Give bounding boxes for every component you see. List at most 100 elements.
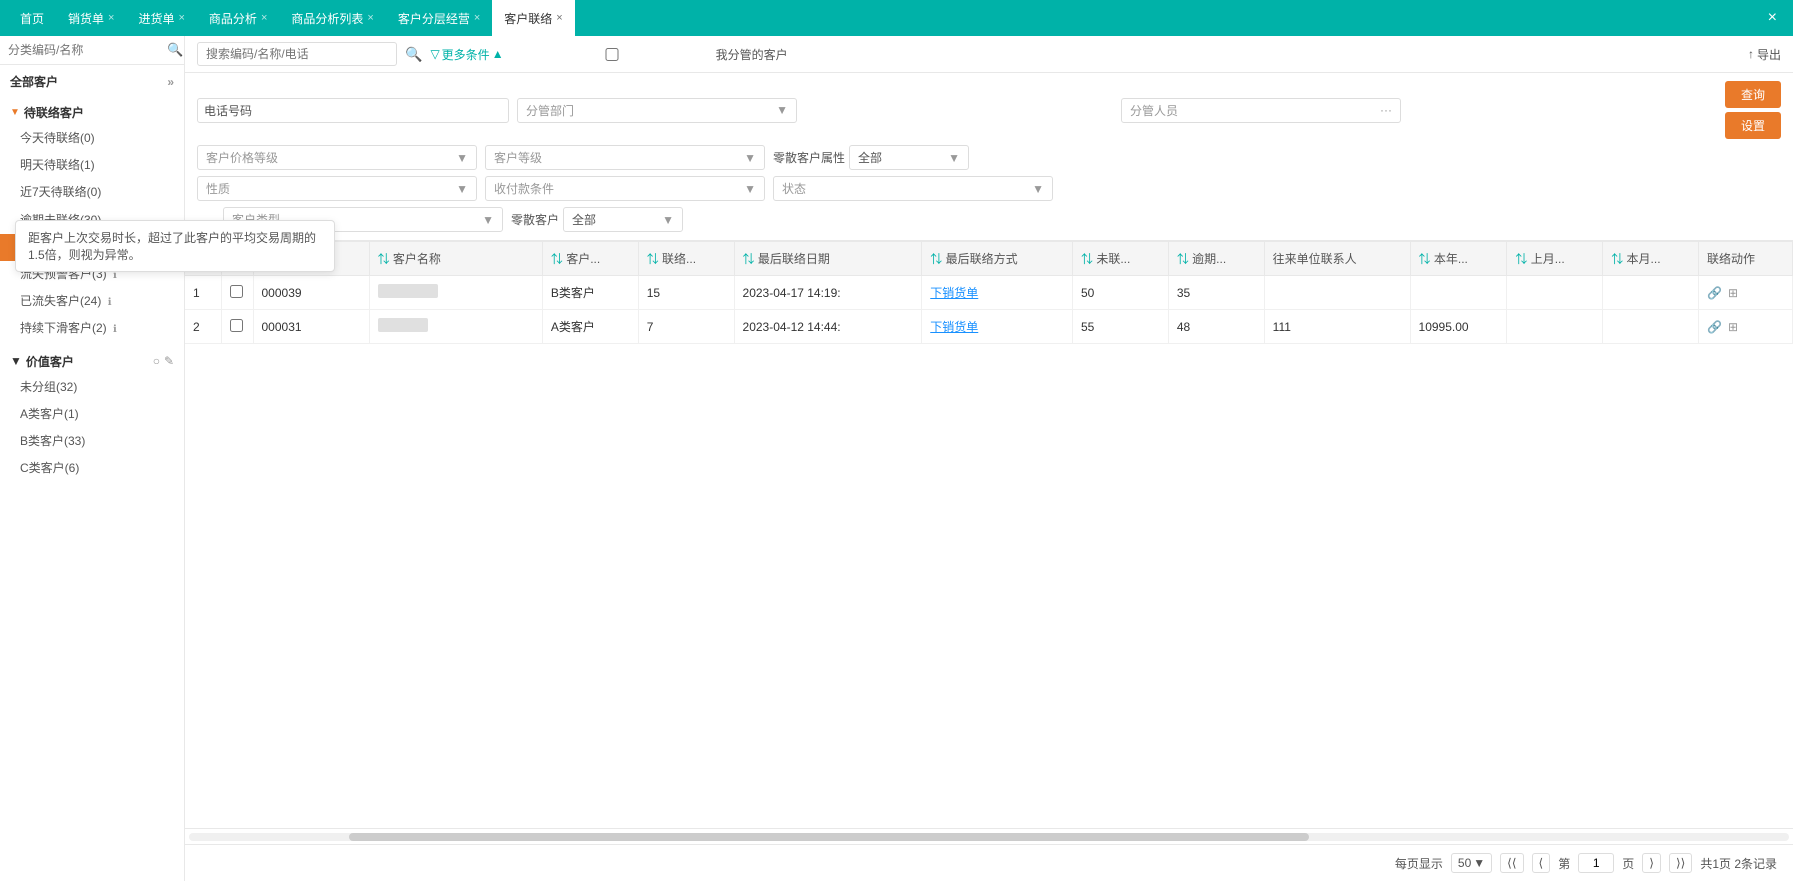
adv-filters-wrap: 电话号码 分管部门 ▼ 分管人员 ···	[185, 73, 1793, 242]
refresh-icon[interactable]: ○	[153, 354, 160, 368]
cell-code-2: 000031	[253, 310, 369, 344]
sidebar-item-declining[interactable]: 持续下滑客户(2) ℹ	[0, 315, 184, 342]
cell-method-2[interactable]: 下销货单	[922, 310, 1073, 344]
nav-customer-contact[interactable]: 客户联络 ×	[492, 0, 574, 36]
sidebar-search-area: 🔍	[0, 36, 184, 65]
cell-method-1[interactable]: 下销货单	[922, 276, 1073, 310]
search-input[interactable]	[197, 42, 397, 66]
horizontal-scrollbar[interactable]	[185, 828, 1793, 844]
nav-close-goods-list[interactable]: ×	[367, 12, 373, 24]
sidebar-item-7days[interactable]: 近7天待联络(0)	[0, 179, 184, 206]
sort-icon-ov: ⇅	[1177, 252, 1189, 266]
query-button[interactable]: 查询	[1725, 81, 1781, 108]
sidebar-collapse-btn[interactable]: »	[167, 75, 174, 89]
cell-code-1: 000039	[253, 276, 369, 310]
status-filter[interactable]: 状态 ▼	[773, 176, 1053, 201]
top-nav: 首页 销货单 × 进货单 × 商品分析 × 商品分析列表 × 客户分层经营 × …	[0, 0, 1793, 36]
search-button[interactable]: 🔍	[405, 46, 422, 63]
grid-icon-2[interactable]: ⊞	[1728, 320, 1738, 334]
page-size-select[interactable]: 50 ▼	[1451, 853, 1492, 873]
info-icon-3: ℹ	[108, 297, 112, 308]
last-page-button[interactable]: ⟩⟩	[1669, 853, 1692, 873]
col-customer-type: ⇅ 客户...	[542, 242, 638, 276]
window-close-button[interactable]: ×	[1760, 9, 1785, 27]
gender-arrow: ▼	[456, 182, 468, 196]
sidebar-search-icon[interactable]: 🔍	[167, 42, 183, 58]
more-conditions-button[interactable]: ▽ 更多条件 ▲	[430, 46, 503, 63]
sort-icon-count: ⇅	[647, 252, 659, 266]
method-link-1[interactable]: 下销货单	[930, 286, 978, 300]
info-icon-4: ℹ	[113, 324, 117, 335]
nav-close-sales[interactable]: ×	[108, 12, 114, 24]
row2-checkbox[interactable]	[230, 319, 243, 332]
cell-date-1: 2023-04-17 14:19:	[734, 276, 922, 310]
table-area: ⚙ ⇅ 客户编码 ⇅ 客户名称	[185, 242, 1793, 828]
nav-close-goods[interactable]: ×	[261, 12, 267, 24]
customer-grade-filter[interactable]: 客户等级 ▼	[485, 145, 765, 170]
person-more[interactable]: ···	[1380, 103, 1392, 117]
cell-ty-2: 10995.00	[1410, 310, 1507, 344]
sidebar-all-customers[interactable]: 全部客户 »	[0, 65, 184, 98]
grid-icon-1[interactable]: ⊞	[1728, 286, 1738, 300]
nav-close-purchase[interactable]: ×	[178, 12, 184, 24]
my-customers-checkbox[interactable]	[512, 48, 712, 61]
person-filter[interactable]: 分管人员 ···	[1121, 98, 1401, 123]
scroll-thumb[interactable]	[349, 833, 1309, 841]
export-button[interactable]: ↑ 导出	[1748, 46, 1781, 63]
retail-attr-filter: 零散客户属性 全部 ▼	[773, 145, 1781, 170]
row1-checkbox[interactable]	[230, 285, 243, 298]
price-grade-filter[interactable]: 客户价格等级 ▼	[197, 145, 477, 170]
status-arrow: ▼	[1032, 182, 1044, 196]
settings-button[interactable]: 设置	[1725, 112, 1781, 139]
scroll-track[interactable]	[189, 833, 1789, 841]
payment-filter[interactable]: 收付款条件 ▼	[485, 176, 765, 201]
link-icon-2[interactable]: 🔗	[1707, 320, 1722, 334]
retail-customer-select[interactable]: 全部 ▼	[563, 207, 683, 232]
sidebar-item-class-c[interactable]: C类客户(6)	[0, 455, 184, 482]
triangle-icon-2: ▼	[10, 354, 22, 368]
sidebar-value-group-title[interactable]: ▼ 价值客户 ○ ✎	[0, 347, 184, 374]
sidebar-item-today[interactable]: 今天待联络(0)	[0, 125, 184, 152]
nav-home[interactable]: 首页	[8, 0, 56, 36]
sort-icon-method: ⇅	[930, 252, 942, 266]
nav-purchase-order[interactable]: 进货单 ×	[126, 0, 196, 36]
col-contact-person: 往来单位联系人	[1264, 242, 1410, 276]
sidebar-item-class-a[interactable]: A类客户(1)	[0, 401, 184, 428]
phone-input[interactable]	[256, 103, 502, 117]
cell-action-2: 🔗 ⊞	[1699, 310, 1793, 344]
retail-customer-filter: 零散客户 全部 ▼	[511, 207, 1781, 232]
page-number-input[interactable]	[1578, 853, 1614, 873]
filter-row-2: 客户价格等级 ▼ 客户等级 ▼ 零散客户属性 全部 ▼	[197, 145, 1781, 170]
cell-type-2: A类客户	[542, 310, 638, 344]
nav-sales-order[interactable]: 销货单 ×	[56, 0, 126, 36]
my-customers-checkbox-wrap[interactable]: 我分管的客户	[512, 46, 788, 63]
sidebar-item-churned[interactable]: 已流失客户(24) ℹ	[0, 288, 184, 315]
sidebar-search-input[interactable]	[8, 43, 163, 57]
sidebar-item-ungrouped[interactable]: 未分组(32)	[0, 374, 184, 401]
cell-date-2: 2023-04-12 14:44:	[734, 310, 922, 344]
nav-goods-analysis-list[interactable]: 商品分析列表 ×	[279, 0, 385, 36]
cell-unc-1: 50	[1072, 276, 1168, 310]
first-page-button[interactable]: ⟨⟨	[1500, 853, 1523, 873]
retail-attr-select[interactable]: 全部 ▼	[849, 145, 969, 170]
col-last-contact-date: ⇅ 最后联络日期	[734, 242, 922, 276]
nav-close-contact[interactable]: ×	[556, 12, 562, 24]
cell-count-1: 15	[638, 276, 734, 310]
sidebar-group-pending[interactable]: ▼ 待联络客户	[0, 98, 184, 125]
filter-row-1: 电话号码 分管部门 ▼ 分管人员 ···	[197, 81, 1781, 139]
nav-goods-analysis[interactable]: 商品分析 ×	[197, 0, 279, 36]
method-link-2[interactable]: 下销货单	[930, 320, 978, 334]
prev-page-button[interactable]: ⟨	[1532, 853, 1551, 873]
dept-filter[interactable]: 分管部门 ▼	[517, 98, 797, 123]
phone-filter[interactable]: 电话号码	[197, 98, 509, 123]
nav-customer-segment[interactable]: 客户分层经营 ×	[386, 0, 492, 36]
sidebar-item-class-b[interactable]: B类客户(33)	[0, 428, 184, 455]
sidebar-item-tomorrow[interactable]: 明天待联络(1)	[0, 152, 184, 179]
next-page-button[interactable]: ⟩	[1642, 853, 1661, 873]
link-icon-1[interactable]: 🔗	[1707, 286, 1722, 300]
col-last-month: ⇅ 上月...	[1507, 242, 1603, 276]
nav-close-segment[interactable]: ×	[474, 12, 480, 24]
gender-filter[interactable]: 性质 ▼	[197, 176, 477, 201]
chevron-up-icon: ▲	[492, 47, 504, 61]
edit-icon[interactable]: ✎	[164, 354, 174, 368]
